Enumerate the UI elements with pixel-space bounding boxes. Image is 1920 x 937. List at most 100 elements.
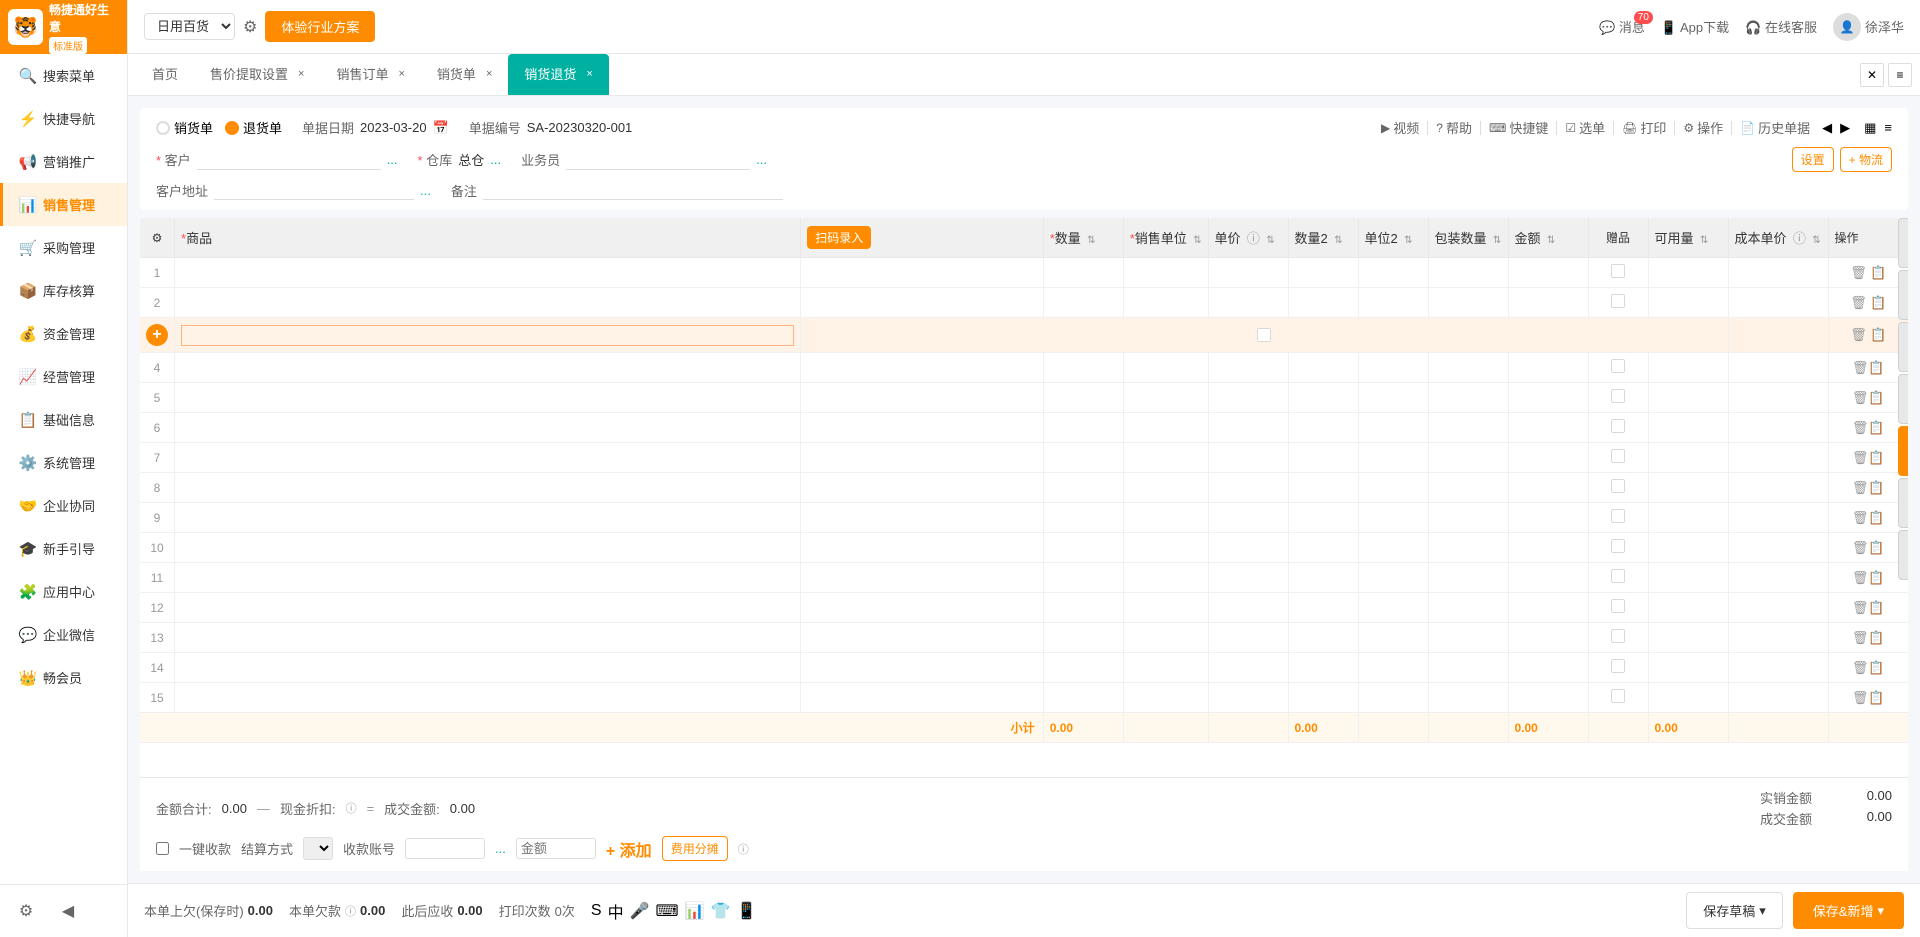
- row-product[interactable]: [175, 413, 801, 443]
- fee-help-icon[interactable]: ⓘ: [738, 841, 749, 857]
- copy-icon[interactable]: 📋: [1868, 450, 1884, 465]
- debt-help-icon[interactable]: ⓘ: [345, 903, 356, 919]
- sidebar-item-wechat[interactable]: 💬 企业微信: [0, 613, 127, 656]
- tab-home[interactable]: 首页: [136, 54, 194, 95]
- row-add-btn[interactable]: +: [140, 318, 175, 353]
- sidebar-item-newbie[interactable]: 🎓 新手引导: [0, 527, 127, 570]
- gift-checkbox-active[interactable]: [1257, 328, 1271, 342]
- row-product[interactable]: [175, 473, 801, 503]
- sidebar-item-shortcut[interactable]: ⚡ 快捷导航: [0, 97, 127, 140]
- tab-price-setting[interactable]: 售价提取设置 ×: [194, 54, 320, 95]
- unit-sort-icon[interactable]: ⇅: [1193, 235, 1201, 246]
- sidebar-item-finance[interactable]: 💰 资金管理: [0, 312, 127, 355]
- row-pkg[interactable]: [1428, 288, 1508, 318]
- row-amount[interactable]: [1508, 258, 1588, 288]
- tab-close-return[interactable]: ×: [586, 68, 592, 80]
- tab-close-sales-order[interactable]: ×: [398, 68, 404, 80]
- row-product-input[interactable]: [175, 318, 801, 353]
- help-btn[interactable]: ? 帮助: [1436, 118, 1472, 137]
- row-product[interactable]: [175, 353, 801, 383]
- copy-icon[interactable]: 📋: [1868, 390, 1884, 405]
- footer-icon-2[interactable]: 中: [608, 899, 624, 923]
- row-gift[interactable]: [1588, 258, 1648, 288]
- right-btn-3[interactable]: [1898, 322, 1908, 372]
- copy-icon[interactable]: 📋: [1868, 360, 1884, 375]
- sidebar-item-basic[interactable]: 📋 基础信息: [0, 398, 127, 441]
- shortcut-btn[interactable]: ⌨ 快捷键: [1489, 118, 1548, 137]
- salesperson-input[interactable]: [566, 150, 750, 170]
- user-area[interactable]: 👤 徐泽华: [1833, 13, 1904, 41]
- view-list-icon[interactable]: ≡: [1884, 120, 1892, 135]
- row-product[interactable]: [175, 503, 801, 533]
- gift-checkbox[interactable]: [1611, 389, 1625, 403]
- delete-icon[interactable]: 🗑: [1852, 540, 1869, 555]
- row-product[interactable]: [175, 383, 801, 413]
- copy-icon[interactable]: 📋: [1870, 265, 1886, 280]
- calendar-icon[interactable]: 📅: [433, 120, 449, 136]
- chevron-down-icon[interactable]: ▾: [1759, 903, 1766, 919]
- tab-menu-button[interactable]: ≡: [1888, 63, 1912, 87]
- sidebar-item-inventory[interactable]: 📦 库存核算: [0, 269, 127, 312]
- right-btn-2[interactable]: [1898, 270, 1908, 320]
- delete-icon[interactable]: 🗑: [1852, 480, 1869, 495]
- video-btn[interactable]: ▶ 视频: [1381, 118, 1419, 137]
- save-new-button[interactable]: 保存&新增 ▾: [1793, 892, 1904, 929]
- copy-icon[interactable]: 📋: [1868, 660, 1884, 675]
- gift-checkbox[interactable]: [1611, 294, 1625, 308]
- fee-split-button[interactable]: 费用分摊: [662, 836, 728, 861]
- sidebar-item-search[interactable]: 🔍 搜索菜单: [0, 54, 127, 97]
- address-input[interactable]: [214, 180, 414, 200]
- delete-icon[interactable]: 🗑: [1850, 265, 1867, 280]
- account-input[interactable]: [405, 838, 485, 859]
- right-btn-5-highlight[interactable]: [1898, 426, 1908, 476]
- customer-dots[interactable]: ...: [387, 152, 398, 167]
- row-product[interactable]: [175, 533, 801, 563]
- tab-delivery[interactable]: 销货单 ×: [421, 54, 508, 95]
- nav-prev-icon[interactable]: ◀: [1822, 120, 1832, 136]
- price-sort-icon[interactable]: ⇅: [1266, 235, 1274, 246]
- avail-sort-icon[interactable]: ⇅: [1700, 235, 1708, 246]
- gift-checkbox[interactable]: [1611, 629, 1625, 643]
- save-draft-button[interactable]: 保存草稿 ▾: [1686, 892, 1783, 929]
- row-unit2[interactable]: [1358, 258, 1428, 288]
- delete-icon[interactable]: 🗑: [1852, 600, 1869, 615]
- add-row-button[interactable]: +: [146, 324, 168, 346]
- delete-icon[interactable]: 🗑: [1852, 450, 1869, 465]
- sidebar-item-operations[interactable]: 📈 经营管理: [0, 355, 127, 398]
- amount-sort-icon[interactable]: ⇅: [1547, 235, 1555, 246]
- gift-checkbox[interactable]: [1611, 689, 1625, 703]
- settings-button[interactable]: 设置: [1792, 147, 1834, 172]
- radio-return[interactable]: 退货单: [225, 118, 282, 137]
- gift-checkbox[interactable]: [1611, 419, 1625, 433]
- row-unit2[interactable]: [1358, 288, 1428, 318]
- sidebar-settings-button[interactable]: ⚙: [10, 895, 42, 927]
- print-btn[interactable]: 🖨 打印: [1622, 118, 1666, 137]
- customer-input[interactable]: [197, 150, 381, 170]
- copy-icon[interactable]: 📋: [1868, 480, 1884, 495]
- sidebar-collapse-button[interactable]: ◀: [52, 895, 84, 927]
- copy-icon[interactable]: 📋: [1868, 510, 1884, 525]
- sidebar-item-apps[interactable]: 🧩 应用中心: [0, 570, 127, 613]
- history-btn[interactable]: 📄 历史单据: [1740, 118, 1810, 137]
- online-service-link[interactable]: 🎧 在线客服: [1745, 17, 1817, 36]
- account-dots[interactable]: ...: [495, 841, 506, 856]
- row-unit[interactable]: [1123, 258, 1208, 288]
- copy-icon[interactable]: 📋: [1870, 327, 1886, 342]
- delete-icon[interactable]: 🗑: [1852, 660, 1869, 675]
- gift-checkbox[interactable]: [1611, 569, 1625, 583]
- row-unit[interactable]: [1123, 288, 1208, 318]
- delete-icon[interactable]: 🗑: [1850, 295, 1867, 310]
- row-price[interactable]: [1208, 288, 1288, 318]
- gift-checkbox[interactable]: [1611, 539, 1625, 553]
- industry-select[interactable]: 日用百货: [144, 13, 235, 40]
- footer-icon-7[interactable]: 📱: [736, 901, 756, 921]
- footer-icon-6[interactable]: 👕: [711, 901, 731, 921]
- delete-icon[interactable]: 🗑: [1852, 570, 1869, 585]
- row-product[interactable]: [175, 623, 801, 653]
- gift-checkbox[interactable]: [1611, 449, 1625, 463]
- row-qty2[interactable]: [1288, 288, 1358, 318]
- nav-next-icon[interactable]: ▶: [1840, 120, 1850, 136]
- row-qty[interactable]: [1043, 288, 1123, 318]
- warehouse-dots[interactable]: ...: [490, 152, 501, 167]
- copy-icon[interactable]: 📋: [1868, 570, 1884, 585]
